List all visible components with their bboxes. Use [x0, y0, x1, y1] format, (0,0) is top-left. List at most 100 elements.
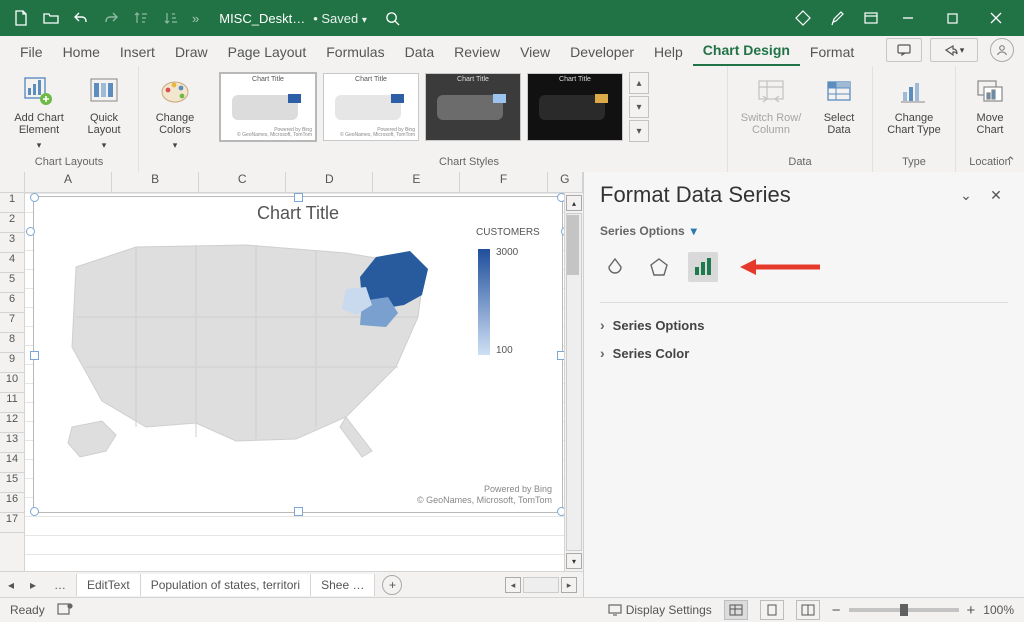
file-name[interactable]: MISC_Deskt… [219, 11, 305, 26]
row-header[interactable]: 7 [0, 313, 24, 333]
chart-title[interactable]: Chart Title [34, 203, 562, 224]
col-header[interactable]: B [112, 172, 199, 192]
row-header[interactable]: 11 [0, 393, 24, 413]
search-icon[interactable] [373, 3, 413, 33]
close-button[interactable] [974, 0, 1018, 36]
tab-home[interactable]: Home [53, 38, 110, 66]
collapse-ribbon-icon[interactable]: ⌃ [1005, 154, 1016, 170]
row-header[interactable]: 1 [0, 193, 24, 213]
page-break-view-icon[interactable] [796, 600, 820, 620]
quick-layout-button[interactable]: Quick Layout▾ [78, 70, 130, 151]
series-options-icon[interactable] [688, 252, 718, 282]
row-header[interactable]: 2 [0, 213, 24, 233]
sort-asc-icon[interactable] [126, 3, 156, 33]
sheet-tab[interactable]: Shee … [310, 574, 375, 596]
tab-help[interactable]: Help [644, 38, 693, 66]
cell-grid[interactable]: Chart Title [25, 193, 564, 571]
panel-subtitle[interactable]: Series Options [600, 224, 685, 238]
tab-draw[interactable]: Draw [165, 38, 218, 66]
overflow-icon[interactable]: » [192, 11, 199, 26]
tab-review[interactable]: Review [444, 38, 510, 66]
effects-icon[interactable] [644, 252, 674, 282]
styles-more[interactable]: ▾ [629, 120, 649, 142]
tab-chart-design[interactable]: Chart Design [693, 36, 800, 66]
row-header[interactable]: 16 [0, 493, 24, 513]
tab-nav-next[interactable]: ▸ [22, 578, 44, 592]
row-header[interactable]: 6 [0, 293, 24, 313]
row-header[interactable]: 12 [0, 413, 24, 433]
col-header[interactable]: E [373, 172, 460, 192]
add-chart-element-button[interactable]: Add Chart Element▾ [8, 70, 70, 151]
col-header[interactable]: A [25, 172, 112, 192]
expander-series-options[interactable]: Series Options [600, 311, 1008, 339]
styles-scroll-down[interactable]: ▾ [629, 96, 649, 118]
zoom-in-button[interactable]: + [967, 602, 976, 619]
chart-style-2[interactable]: Chart Title Powered by Bing © GeoNames, … [323, 73, 419, 141]
tab-insert[interactable]: Insert [110, 38, 165, 66]
row-header[interactable]: 9 [0, 353, 24, 373]
change-chart-type-button[interactable]: Change Chart Type [881, 70, 947, 136]
tab-developer[interactable]: Developer [560, 38, 644, 66]
row-header[interactable]: 10 [0, 373, 24, 393]
col-header[interactable]: D [286, 172, 373, 192]
col-header[interactable]: G [548, 172, 583, 192]
tab-file[interactable]: File [10, 38, 53, 66]
col-header[interactable]: C [199, 172, 286, 192]
page-layout-view-icon[interactable] [760, 600, 784, 620]
tab-data[interactable]: Data [395, 38, 445, 66]
map-chart[interactable]: Chart Title [33, 196, 563, 513]
select-all-corner[interactable] [0, 172, 25, 192]
row-header[interactable]: 17 [0, 513, 24, 533]
select-data-button[interactable]: Select Data [814, 70, 864, 136]
col-header[interactable]: F [460, 172, 547, 192]
tab-page-layout[interactable]: Page Layout [218, 38, 317, 66]
row-header[interactable]: 14 [0, 453, 24, 473]
row-header[interactable]: 13 [0, 433, 24, 453]
share-button[interactable]: ▾ [930, 38, 978, 62]
sort-desc-icon[interactable] [156, 3, 186, 33]
account-avatar[interactable] [990, 38, 1014, 62]
add-sheet-button[interactable]: + [382, 575, 402, 595]
row-header[interactable]: 4 [0, 253, 24, 273]
zoom-slider[interactable] [849, 608, 959, 612]
panel-options-icon[interactable]: ⌄ [954, 183, 978, 207]
tab-nav-prev[interactable]: ◂ [0, 578, 22, 592]
move-chart-button[interactable]: Move Chart [964, 70, 1016, 136]
panel-close-icon[interactable]: ✕ [984, 183, 1008, 207]
expander-series-color[interactable]: Series Color [600, 339, 1008, 367]
tab-format[interactable]: Format [800, 38, 864, 66]
row-header[interactable]: 15 [0, 473, 24, 493]
chevron-down-icon[interactable]: ▾ [691, 224, 697, 238]
chart-style-4[interactable]: Chart Title [527, 73, 623, 141]
row-header[interactable]: 8 [0, 333, 24, 353]
minimize-button[interactable] [886, 0, 930, 36]
zoom-out-button[interactable]: − [832, 602, 841, 619]
styles-scroll-up[interactable]: ▴ [629, 72, 649, 94]
sheet-tab[interactable]: Population of states, territori [140, 574, 311, 596]
save-state[interactable]: • Saved ▾ [313, 11, 367, 26]
change-colors-button[interactable]: Change Colors▾ [147, 70, 203, 151]
horizontal-scrollbar[interactable]: ◂▸ [505, 577, 577, 593]
open-icon[interactable] [36, 3, 66, 33]
tab-view[interactable]: View [510, 38, 560, 66]
fill-line-icon[interactable] [600, 252, 630, 282]
sheet-tab[interactable]: EditText [76, 574, 141, 596]
normal-view-icon[interactable] [724, 600, 748, 620]
tab-formulas[interactable]: Formulas [316, 38, 394, 66]
row-header[interactable]: 5 [0, 273, 24, 293]
vertical-scrollbar[interactable]: ▴▾ [564, 193, 583, 571]
undo-icon[interactable] [66, 3, 96, 33]
new-file-icon[interactable] [6, 3, 36, 33]
brush-icon[interactable] [822, 3, 852, 33]
zoom-level[interactable]: 100% [983, 603, 1014, 617]
comments-button[interactable] [886, 38, 922, 62]
row-header[interactable]: 3 [0, 233, 24, 253]
macro-record-icon[interactable] [57, 602, 73, 619]
diamond-icon[interactable] [788, 3, 818, 33]
redo-icon[interactable] [96, 3, 126, 33]
chart-style-1[interactable]: Chart Title Powered by Bing © GeoNames, … [219, 72, 317, 142]
chart-style-3[interactable]: Chart Title [425, 73, 521, 141]
ribbon-mode-icon[interactable] [856, 3, 886, 33]
display-settings-button[interactable]: Display Settings [608, 603, 712, 617]
tab-more[interactable]: … [44, 578, 76, 592]
